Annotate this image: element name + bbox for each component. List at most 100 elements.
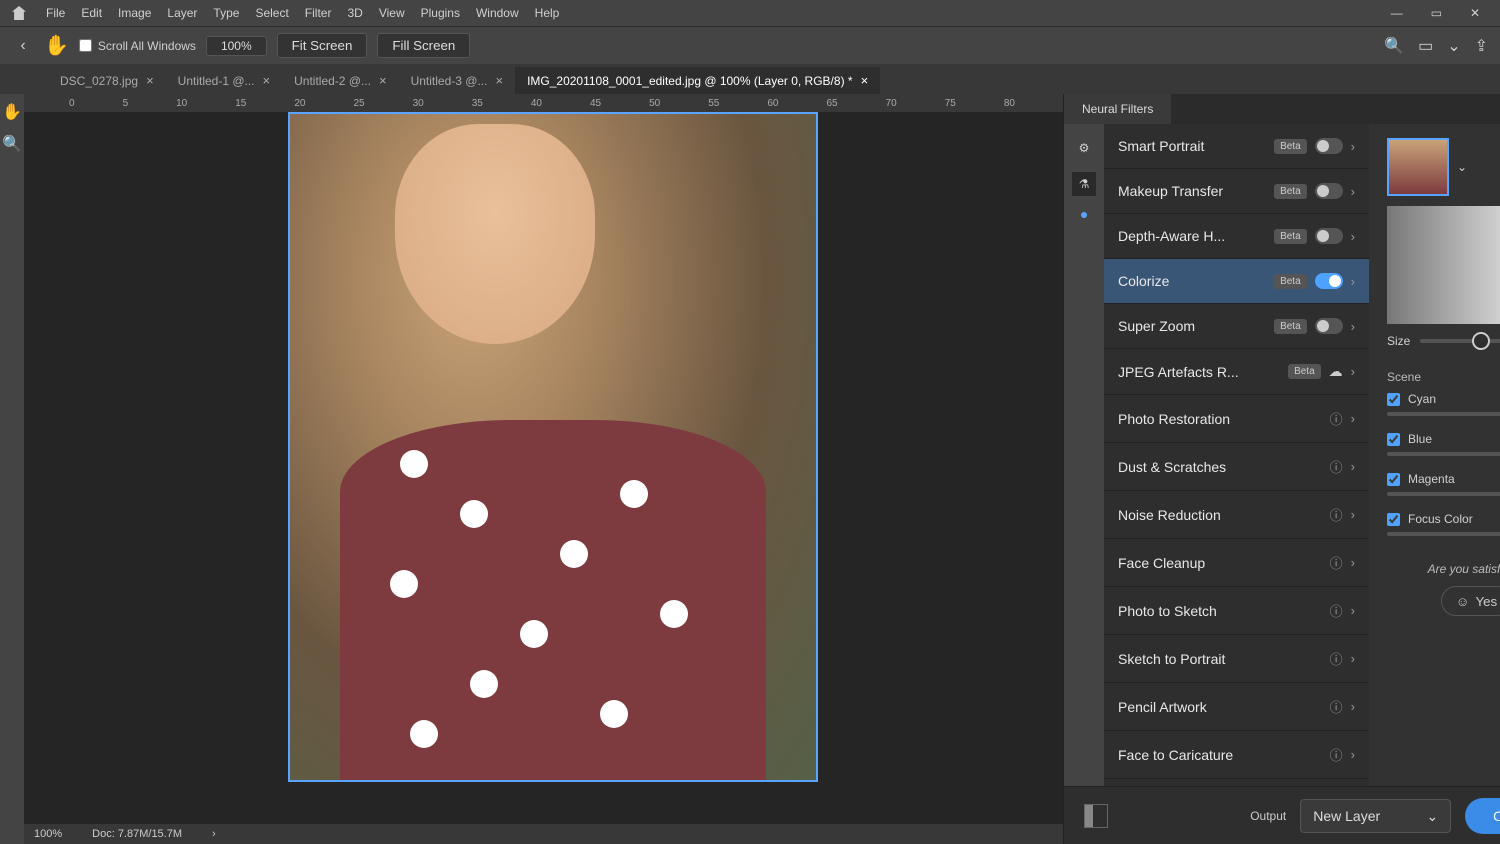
hand-tool-icon[interactable]: ✋ <box>44 33 69 58</box>
adj-checkbox[interactable] <box>1387 433 1400 446</box>
layout-icon[interactable]: ▭ <box>1418 36 1433 56</box>
document-tab[interactable]: Untitled-1 @...× <box>166 67 282 94</box>
chevron-right-icon[interactable]: › <box>1351 603 1355 618</box>
info-icon[interactable]: ⓘ <box>1330 745 1343 764</box>
chevron-right-icon[interactable]: › <box>1351 459 1355 474</box>
filter-item[interactable]: Pencil Artworkⓘ› <box>1104 683 1369 731</box>
flask-icon[interactable]: ⚗ <box>1072 172 1096 196</box>
close-icon[interactable]: × <box>146 73 154 88</box>
filter-item[interactable]: Dust & Scratchesⓘ› <box>1104 443 1369 491</box>
menu-view[interactable]: View <box>371 2 413 24</box>
chevron-right-icon[interactable]: › <box>1351 651 1355 666</box>
fill-screen-button[interactable]: Fill Screen <box>377 33 470 58</box>
close-icon[interactable]: × <box>495 73 503 88</box>
chevron-down-icon[interactable]: ⌄ <box>1447 36 1460 56</box>
adj-checkbox[interactable] <box>1387 473 1400 486</box>
menu-select[interactable]: Select <box>247 2 296 24</box>
filter-toggle[interactable] <box>1315 228 1343 244</box>
menu-plugins[interactable]: Plugins <box>413 2 468 24</box>
filter-item[interactable]: Face Cleanup ⓘ › <box>1104 539 1369 587</box>
minimize-button[interactable]: — <box>1383 4 1411 22</box>
filter-toggle[interactable] <box>1315 318 1343 334</box>
document-tab[interactable]: IMG_20201108_0001_edited.jpg @ 100% (Lay… <box>515 67 880 94</box>
menu-type[interactable]: Type <box>205 2 247 24</box>
filter-name: Face Cleanup <box>1118 555 1322 571</box>
back-button[interactable]: ‹ <box>12 35 34 57</box>
info-icon[interactable]: ⓘ <box>1330 697 1343 716</box>
size-slider[interactable] <box>1420 339 1500 343</box>
menu-file[interactable]: File <box>38 2 73 24</box>
home-icon[interactable] <box>12 6 26 20</box>
zoom-tool[interactable]: 🔍 <box>0 132 24 156</box>
info-icon[interactable]: ⓘ <box>1330 409 1343 428</box>
menu-help[interactable]: Help <box>527 2 568 24</box>
fit-screen-button[interactable]: Fit Screen <box>277 33 368 58</box>
filter-item[interactable]: Depth-Aware H...Beta› <box>1104 214 1369 259</box>
adj-slider[interactable] <box>1387 492 1500 496</box>
canvas[interactable] <box>24 112 1063 824</box>
cloud-download-icon[interactable]: ☁ <box>1329 363 1343 380</box>
menu-layer[interactable]: Layer <box>159 2 205 24</box>
chevron-right-icon[interactable]: › <box>1351 747 1355 762</box>
maximize-button[interactable]: ▭ <box>1423 4 1450 22</box>
status-chevron-icon[interactable]: › <box>212 828 216 840</box>
chevron-right-icon[interactable]: › <box>1351 411 1355 426</box>
hand-tool[interactable]: ✋ <box>0 100 24 124</box>
info-icon[interactable]: ⓘ <box>1330 553 1343 572</box>
document-tab[interactable]: Untitled-2 @...× <box>282 67 398 94</box>
document-tab[interactable]: Untitled-3 @...× <box>399 67 515 94</box>
share-icon[interactable]: ⇪ <box>1475 36 1488 56</box>
chevron-right-icon[interactable]: › <box>1351 699 1355 714</box>
filter-item[interactable]: Super ZoomBeta› <box>1104 304 1369 349</box>
ok-button[interactable]: OK <box>1465 798 1500 834</box>
menu-3d[interactable]: 3D <box>339 2 370 24</box>
chevron-down-icon[interactable]: ⌄ <box>1457 160 1467 174</box>
face-thumbnail[interactable] <box>1387 138 1449 196</box>
info-icon[interactable]: ⓘ <box>1330 601 1343 620</box>
adj-slider[interactable] <box>1387 452 1500 456</box>
info-icon[interactable]: ⓘ <box>1330 649 1343 668</box>
search-icon[interactable]: 🔍 <box>1384 36 1404 56</box>
filter-item[interactable]: Smart PortraitBeta› <box>1104 124 1369 169</box>
menu-edit[interactable]: Edit <box>73 2 110 24</box>
close-icon[interactable]: × <box>263 73 271 88</box>
chevron-right-icon[interactable]: › <box>1351 139 1355 154</box>
document-tab[interactable]: DSC_0278.jpg× <box>48 67 166 94</box>
viewmode-icon[interactable] <box>1084 804 1108 828</box>
filter-toggle[interactable] <box>1315 273 1343 289</box>
scroll-all-checkbox[interactable]: Scroll All Windows <box>79 39 196 53</box>
info-icon[interactable]: ⓘ <box>1330 457 1343 476</box>
chevron-right-icon[interactable]: › <box>1351 184 1355 199</box>
filter-item[interactable]: ColorizeBeta› <box>1104 259 1369 304</box>
menu-filter[interactable]: Filter <box>297 2 340 24</box>
chevron-right-icon[interactable]: › <box>1351 274 1355 289</box>
filter-item[interactable]: Photo to Sketchⓘ› <box>1104 587 1369 635</box>
menu-image[interactable]: Image <box>110 2 159 24</box>
close-icon[interactable]: × <box>379 73 387 88</box>
output-select[interactable]: New Layer <box>1300 799 1451 833</box>
adj-checkbox[interactable] <box>1387 393 1400 406</box>
chevron-right-icon[interactable]: › <box>1351 229 1355 244</box>
chevron-right-icon[interactable]: › <box>1351 507 1355 522</box>
filter-item[interactable]: Makeup TransferBeta› <box>1104 169 1369 214</box>
filter-item[interactable]: Sketch to Portraitⓘ› <box>1104 635 1369 683</box>
filter-item[interactable]: Photo Restorationⓘ› <box>1104 395 1369 443</box>
zoom-input[interactable]: 100% <box>206 36 267 56</box>
close-icon[interactable]: × <box>861 73 869 88</box>
filter-item[interactable]: JPEG Artefacts R...Beta☁› <box>1104 349 1369 395</box>
chevron-right-icon[interactable]: › <box>1351 555 1355 570</box>
close-button[interactable]: ✕ <box>1462 4 1488 22</box>
adj-slider[interactable] <box>1387 532 1500 536</box>
yes-button[interactable]: ☺ Yes <box>1441 586 1500 616</box>
adj-slider[interactable] <box>1387 412 1500 416</box>
menu-window[interactable]: Window <box>468 2 527 24</box>
info-icon[interactable]: ⓘ <box>1330 505 1343 524</box>
filter-toggle[interactable] <box>1315 138 1343 154</box>
chevron-right-icon[interactable]: › <box>1351 319 1355 334</box>
adj-checkbox[interactable] <box>1387 513 1400 526</box>
adjust-icon[interactable]: ⚙ <box>1072 136 1096 160</box>
filter-toggle[interactable] <box>1315 183 1343 199</box>
chevron-right-icon[interactable]: › <box>1351 364 1355 379</box>
filter-item[interactable]: Face to Caricatureⓘ› <box>1104 731 1369 779</box>
filter-item[interactable]: Noise Reductionⓘ› <box>1104 491 1369 539</box>
